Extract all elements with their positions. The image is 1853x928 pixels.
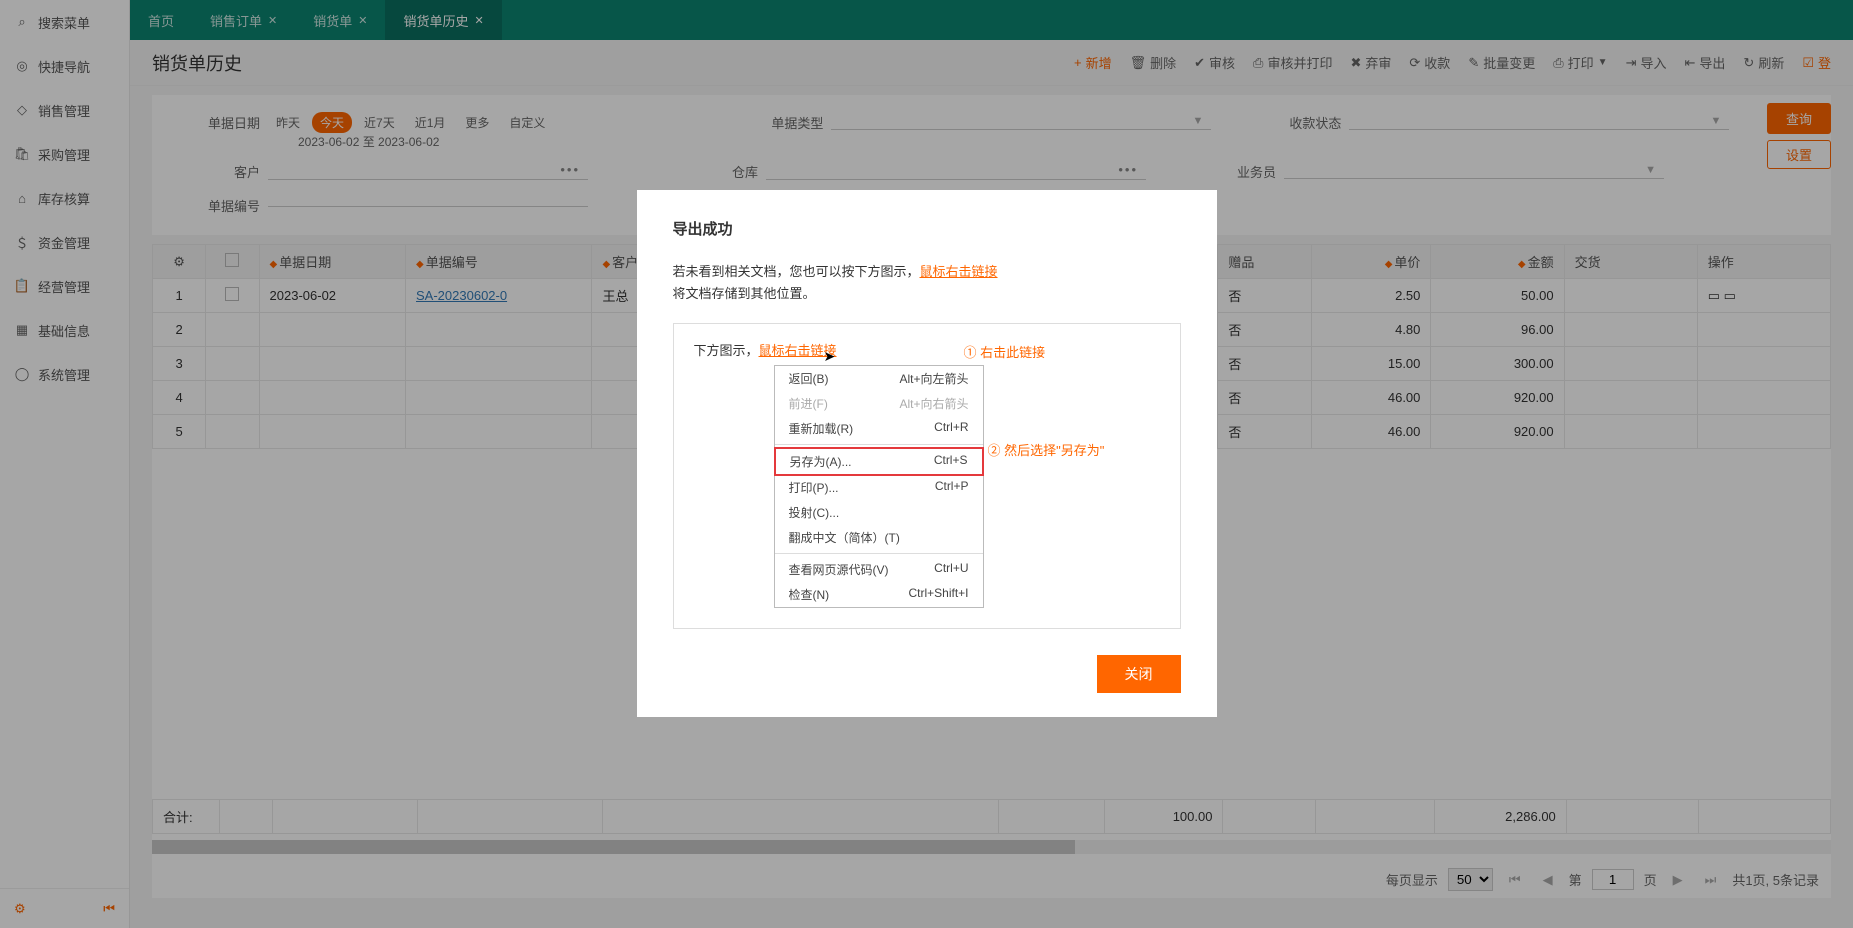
ctx-item: 查看网页源代码(V)Ctrl+U bbox=[775, 557, 983, 582]
cursor-icon: ➤ bbox=[824, 348, 836, 365]
close-button[interactable]: 关闭 bbox=[1097, 655, 1181, 693]
dialog-illustration: 下方图示，鼠标右击链接 ➤ ① 右击此链接 返回(B)Alt+向左箭头前进(F)… bbox=[673, 323, 1181, 629]
dialog-title: 导出成功 bbox=[673, 218, 1181, 239]
ctx-item: 打印(P)...Ctrl+P bbox=[775, 475, 983, 500]
modal-overlay: 导出成功 若未看到相关文档，您也可以按下方图示，鼠标右击链接 将文档存储到其他位… bbox=[0, 0, 1853, 928]
ctx-item: 另存为(A)...Ctrl+S bbox=[774, 447, 984, 476]
ctx-item: 检查(N)Ctrl+Shift+I bbox=[775, 582, 983, 607]
illus-note-2: ② 然后选择"另存为" bbox=[988, 440, 1105, 459]
context-menu-illustration: 返回(B)Alt+向左箭头前进(F)Alt+向右箭头重新加载(R)Ctrl+R 另… bbox=[774, 365, 984, 608]
ctx-item: 重新加载(R)Ctrl+R bbox=[775, 416, 983, 441]
ctx-item: 返回(B)Alt+向左箭头 bbox=[775, 366, 983, 391]
dialog-body-text: 若未看到相关文档，您也可以按下方图示，鼠标右击链接 将文档存储到其他位置。 bbox=[673, 261, 1181, 305]
illus-note-1: ① 右击此链接 bbox=[964, 342, 1046, 361]
ctx-item: 前进(F)Alt+向右箭头 bbox=[775, 391, 983, 416]
ctx-item: 翻成中文（简体）(T) bbox=[775, 525, 983, 550]
ctx-item: 投射(C)... bbox=[775, 500, 983, 525]
export-success-dialog: 导出成功 若未看到相关文档，您也可以按下方图示，鼠标右击链接 将文档存储到其他位… bbox=[637, 190, 1217, 717]
dialog-link[interactable]: 鼠标右击链接 bbox=[920, 264, 998, 279]
illus-caption: 下方图示，鼠标右击链接 bbox=[694, 340, 1160, 359]
